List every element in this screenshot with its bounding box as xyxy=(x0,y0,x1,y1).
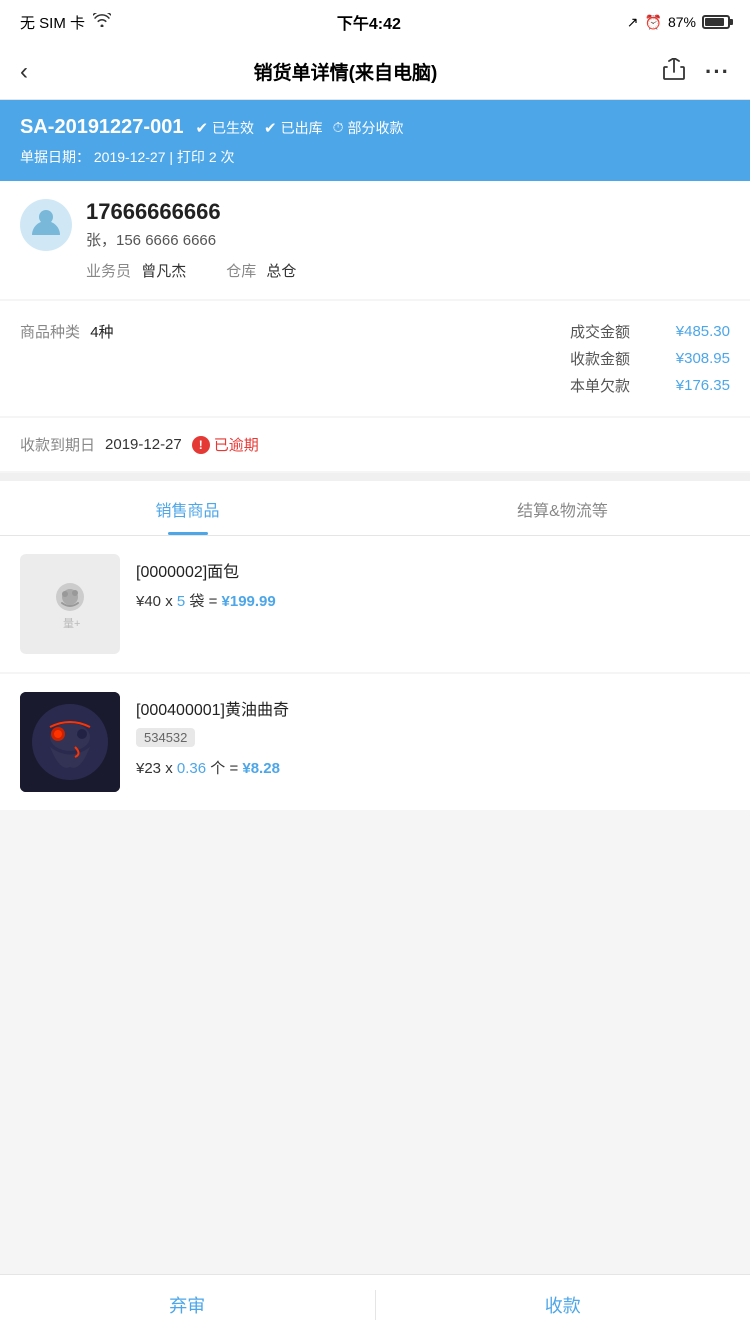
section-divider xyxy=(0,473,750,481)
warehouse-value: 总仓 xyxy=(266,263,296,280)
status-right: ↗ ⏰ 87% xyxy=(627,14,730,31)
alarm-icon: ⏰ xyxy=(645,14,662,31)
qty-value-1: 5 xyxy=(177,593,185,610)
banner-top: SA-20191227-001 ✔ 已生效 ✔ 已出库 ⏱ 部分收款 xyxy=(20,116,730,139)
kind-label: 商品种类 xyxy=(20,324,80,341)
date-label: 单据日期： xyxy=(20,149,90,165)
wifi-icon xyxy=(93,13,111,31)
bottom-spacer xyxy=(0,812,750,882)
multiply-2: x xyxy=(165,760,177,777)
more-icon[interactable]: ··· xyxy=(705,59,730,85)
status-left: 无 SIM 卡 xyxy=(20,12,111,33)
product-name-1: [0000002]面包 xyxy=(136,558,730,582)
customer-meta: 业务员 曾凡杰 仓库 总仓 xyxy=(86,260,730,281)
clock-icon: ⏱ xyxy=(333,119,344,136)
print-info: | 打印 2 次 xyxy=(169,149,234,165)
tab-settlement[interactable]: 结算&物流等 xyxy=(375,481,750,535)
nav-bar: ‹ 销货单详情(来自电脑) ··· xyxy=(0,44,750,100)
amount-row: 成交金额 ¥485.30 xyxy=(570,321,730,342)
received-label: 收款金额 xyxy=(570,348,630,369)
customer-id: 17666666666 xyxy=(86,199,730,225)
debt-value: ¥176.35 xyxy=(650,377,730,394)
multiply-1: x xyxy=(165,593,177,610)
debt-label: 本单欠款 xyxy=(570,375,630,396)
summary-kind: 商品种类 4种 xyxy=(20,321,114,342)
list-item: 量+ [0000002]面包 ¥40 x 5 袋 = ¥199.99 xyxy=(0,536,750,672)
user-icon xyxy=(30,205,62,245)
badge-activated: ✔ 已生效 xyxy=(195,118,254,138)
svg-text:量+: 量+ xyxy=(63,617,80,630)
sales-label: 业务员 xyxy=(86,263,131,280)
back-button[interactable]: ‹ xyxy=(20,58,28,86)
check-icon-1: ✔ xyxy=(195,119,208,137)
summary-section: 商品种类 4种 成交金额 ¥485.30 收款金额 ¥308.95 本单欠款 ¥… xyxy=(0,301,750,416)
page-title: 销货单详情(来自电脑) xyxy=(254,58,438,85)
banner-date: 单据日期： 2019-12-27 | 打印 2 次 xyxy=(20,147,730,167)
banner-badges: ✔ 已生效 ✔ 已出库 ⏱ 部分收款 xyxy=(195,118,403,138)
unit-2: 个 xyxy=(210,760,225,777)
sales-value: 曾凡杰 xyxy=(141,263,186,280)
status-bar: 无 SIM 卡 下午4:42 ↗ ⏰ 87% xyxy=(0,0,750,44)
status-time: 下午4:42 xyxy=(337,10,401,34)
overdue-badge: ! 已逾期 xyxy=(192,434,259,455)
warehouse-label: 仓库 xyxy=(226,263,256,280)
due-section: 收款到期日 2019-12-27 ! 已逾期 xyxy=(0,418,750,471)
customer-info: 17666666666 张，156 6666 6666 业务员 曾凡杰 仓库 总… xyxy=(86,199,730,281)
header-banner: SA-20191227-001 ✔ 已生效 ✔ 已出库 ⏱ 部分收款 单据日期：… xyxy=(0,100,750,181)
debt-row: 本单欠款 ¥176.35 xyxy=(570,375,730,396)
customer-name-phone: 张，156 6666 6666 xyxy=(86,229,730,250)
total-value-1: ¥199.99 xyxy=(222,593,276,610)
warehouse-info: 仓库 总仓 xyxy=(226,260,296,281)
total-value-2: ¥8.28 xyxy=(242,760,280,777)
overdue-text: 已逾期 xyxy=(214,434,259,455)
overdue-dot-icon: ! xyxy=(192,436,210,454)
kind-value: 4种 xyxy=(90,324,113,341)
equals-1: = xyxy=(209,593,222,610)
date-value: 2019-12-27 xyxy=(94,149,166,165)
battery-percent: 87% xyxy=(668,14,696,30)
product-list: 量+ [0000002]面包 ¥40 x 5 袋 = ¥199.99 xyxy=(0,536,750,882)
avatar xyxy=(20,199,72,251)
check-icon-2: ✔ xyxy=(264,119,277,137)
cancel-button[interactable]: 弃审 xyxy=(0,1276,375,1334)
confirm-button[interactable]: 收款 xyxy=(376,1276,750,1334)
nav-actions: ··· xyxy=(663,58,730,86)
price-value-2: ¥23 xyxy=(136,760,161,777)
unit-1: 袋 xyxy=(189,593,204,610)
received-row: 收款金额 ¥308.95 xyxy=(570,348,730,369)
tab-products[interactable]: 销售商品 xyxy=(0,481,375,535)
equals-2: = xyxy=(229,760,242,777)
location-icon: ↗ xyxy=(627,14,639,31)
amount-value: ¥485.30 xyxy=(650,323,730,340)
amount-label: 成交金额 xyxy=(570,321,630,342)
product-price-2: ¥23 x 0.36 个 = ¥8.28 xyxy=(136,757,730,778)
badge-shipped: ✔ 已出库 xyxy=(264,118,323,138)
product-details-2: [000400001]黄油曲奇 534532 ¥23 x 0.36 个 = ¥8… xyxy=(136,692,730,778)
due-label: 收款到期日 xyxy=(20,434,95,455)
qty-value-2: 0.36 xyxy=(177,760,206,777)
tabs: 销售商品 结算&物流等 xyxy=(0,481,750,536)
product-details-1: [0000002]面包 ¥40 x 5 袋 = ¥199.99 xyxy=(136,554,730,611)
carrier-text: 无 SIM 卡 xyxy=(20,12,85,33)
list-item: [000400001]黄油曲奇 534532 ¥23 x 0.36 个 = ¥8… xyxy=(0,674,750,810)
product-price-1: ¥40 x 5 袋 = ¥199.99 xyxy=(136,590,730,611)
price-value-1: ¥40 xyxy=(136,593,161,610)
product-image-1: 量+ xyxy=(20,554,120,654)
order-id: SA-20191227-001 xyxy=(20,116,183,139)
badge-partial-payment: ⏱ 部分收款 xyxy=(333,118,404,138)
summary-amounts: 成交金额 ¥485.30 收款金额 ¥308.95 本单欠款 ¥176.35 xyxy=(570,321,730,396)
share-icon[interactable] xyxy=(663,58,685,86)
bottom-bar: 弃审 收款 xyxy=(0,1274,750,1334)
product-image-2 xyxy=(20,692,120,792)
received-value: ¥308.95 xyxy=(650,350,730,367)
product-name-2: [000400001]黄油曲奇 xyxy=(136,696,730,720)
battery-icon xyxy=(702,15,730,29)
due-date: 2019-12-27 xyxy=(105,436,182,453)
sales-info: 业务员 曾凡杰 xyxy=(86,260,186,281)
product-sku-2: 534532 xyxy=(136,728,195,747)
customer-section: 17666666666 张，156 6666 6666 业务员 曾凡杰 仓库 总… xyxy=(0,181,750,299)
